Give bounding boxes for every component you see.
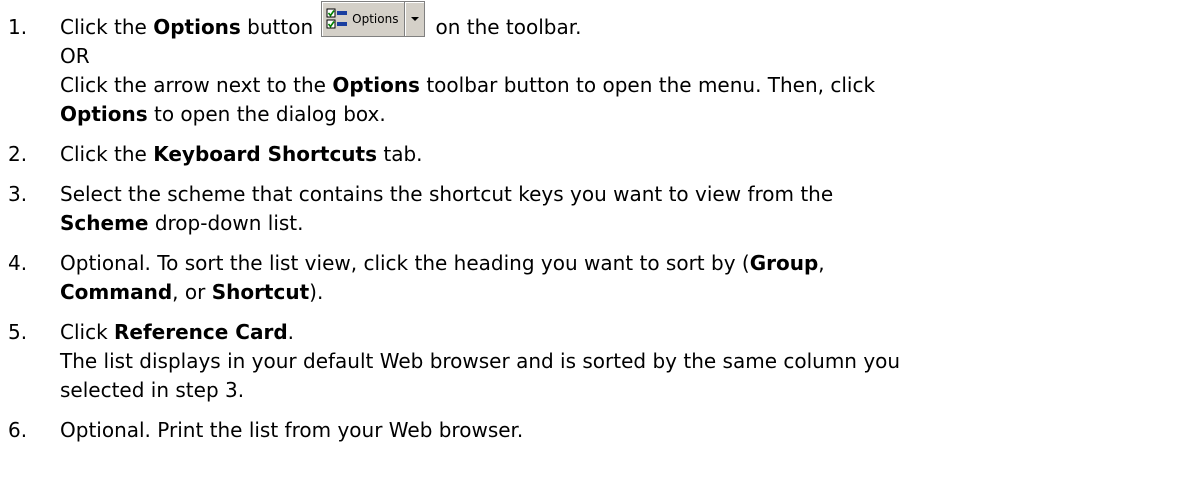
- options-term: Options: [153, 15, 241, 39]
- step-1-alt-line-2: Options to open the dialog box.: [60, 100, 1192, 129]
- dropdown-arrow-icon: [411, 17, 420, 21]
- reference-card-term: Reference Card: [114, 320, 288, 344]
- step-1-alt-text-end: to open the dialog box.: [147, 102, 386, 126]
- step-3-line-1: Select the scheme that contains the shor…: [60, 182, 834, 206]
- command-term: Command: [60, 280, 173, 304]
- step-1-alt-text: Click the arrow next to the: [60, 73, 333, 97]
- step-1-line: Click the Options button Options on the …: [60, 1, 1192, 42]
- step-3-line-2: Scheme drop-down list.: [60, 209, 1192, 238]
- step-5-post: .: [287, 320, 295, 344]
- step-3: 3. Select the scheme that contains the s…: [0, 180, 1192, 238]
- step-4-sep: ,: [818, 251, 825, 275]
- group-term: Group: [749, 251, 819, 275]
- step-4-text: Optional. To sort the list view, click t…: [60, 251, 750, 275]
- step-2: 2. Click the Keyboard Shortcuts tab.: [0, 140, 1192, 169]
- step-4-post: ).: [309, 280, 324, 304]
- step-5-line-1: Click Reference Card.: [60, 318, 1192, 347]
- step-number: 6.: [8, 418, 28, 442]
- step-4-sep-2: , or: [172, 280, 212, 304]
- options-button-label: Options: [352, 11, 399, 26]
- keyboard-shortcuts-term: Keyboard Shortcuts: [153, 142, 378, 166]
- instruction-steps: 1. Click the Options button Options on t…: [0, 0, 1192, 456]
- options-term: Options: [60, 102, 148, 126]
- step-2-text: Click the Keyboard Shortcuts tab.: [60, 140, 1192, 169]
- step-number: 5.: [8, 320, 28, 344]
- options-dropdown-arrow[interactable]: [405, 2, 424, 36]
- step-1-text-end: on the toolbar.: [435, 15, 582, 39]
- step-1-alt-text-mid: toolbar button to open the menu. Then, c…: [419, 73, 876, 97]
- step-4: 4. Optional. To sort the list view, clic…: [0, 249, 1192, 307]
- step-5: 5. Click Reference Card. The list displa…: [0, 318, 1192, 405]
- step-4-line-1: Optional. To sort the list view, click t…: [60, 249, 1192, 278]
- checklist-icon: [326, 8, 348, 29]
- step-6: 6. Optional. Print the list from your We…: [0, 416, 1192, 445]
- step-5-line-3: selected in step 3.: [60, 378, 245, 402]
- or-label: OR: [60, 44, 90, 68]
- options-button-main[interactable]: Options: [322, 2, 406, 36]
- step-1-text: Click the: [60, 15, 154, 39]
- step-1-alt-line: Click the arrow next to the Options tool…: [60, 71, 1192, 100]
- step-6-text: Optional. Print the list from your Web b…: [60, 418, 524, 442]
- step-number: 3.: [8, 182, 28, 206]
- step-4-line-2: Command, or Shortcut).: [60, 278, 1192, 307]
- step-2-post: tab.: [377, 142, 423, 166]
- step-5-line-2: The list displays in your default Web br…: [60, 349, 901, 373]
- step-3-post: drop-down list.: [148, 211, 304, 235]
- step-number: 1.: [8, 15, 28, 39]
- step-1: 1. Click the Options button Options on t…: [0, 1, 1192, 129]
- options-term: Options: [332, 73, 420, 97]
- step-number: 4.: [8, 251, 28, 275]
- step-1-text-mid: button: [240, 15, 314, 39]
- scheme-term: Scheme: [60, 211, 149, 235]
- step-2-pre: Click the: [60, 142, 154, 166]
- shortcut-term: Shortcut: [211, 280, 310, 304]
- step-number: 2.: [8, 142, 28, 166]
- step-5-pre: Click: [60, 320, 115, 344]
- options-toolbar-button[interactable]: Options: [321, 1, 426, 37]
